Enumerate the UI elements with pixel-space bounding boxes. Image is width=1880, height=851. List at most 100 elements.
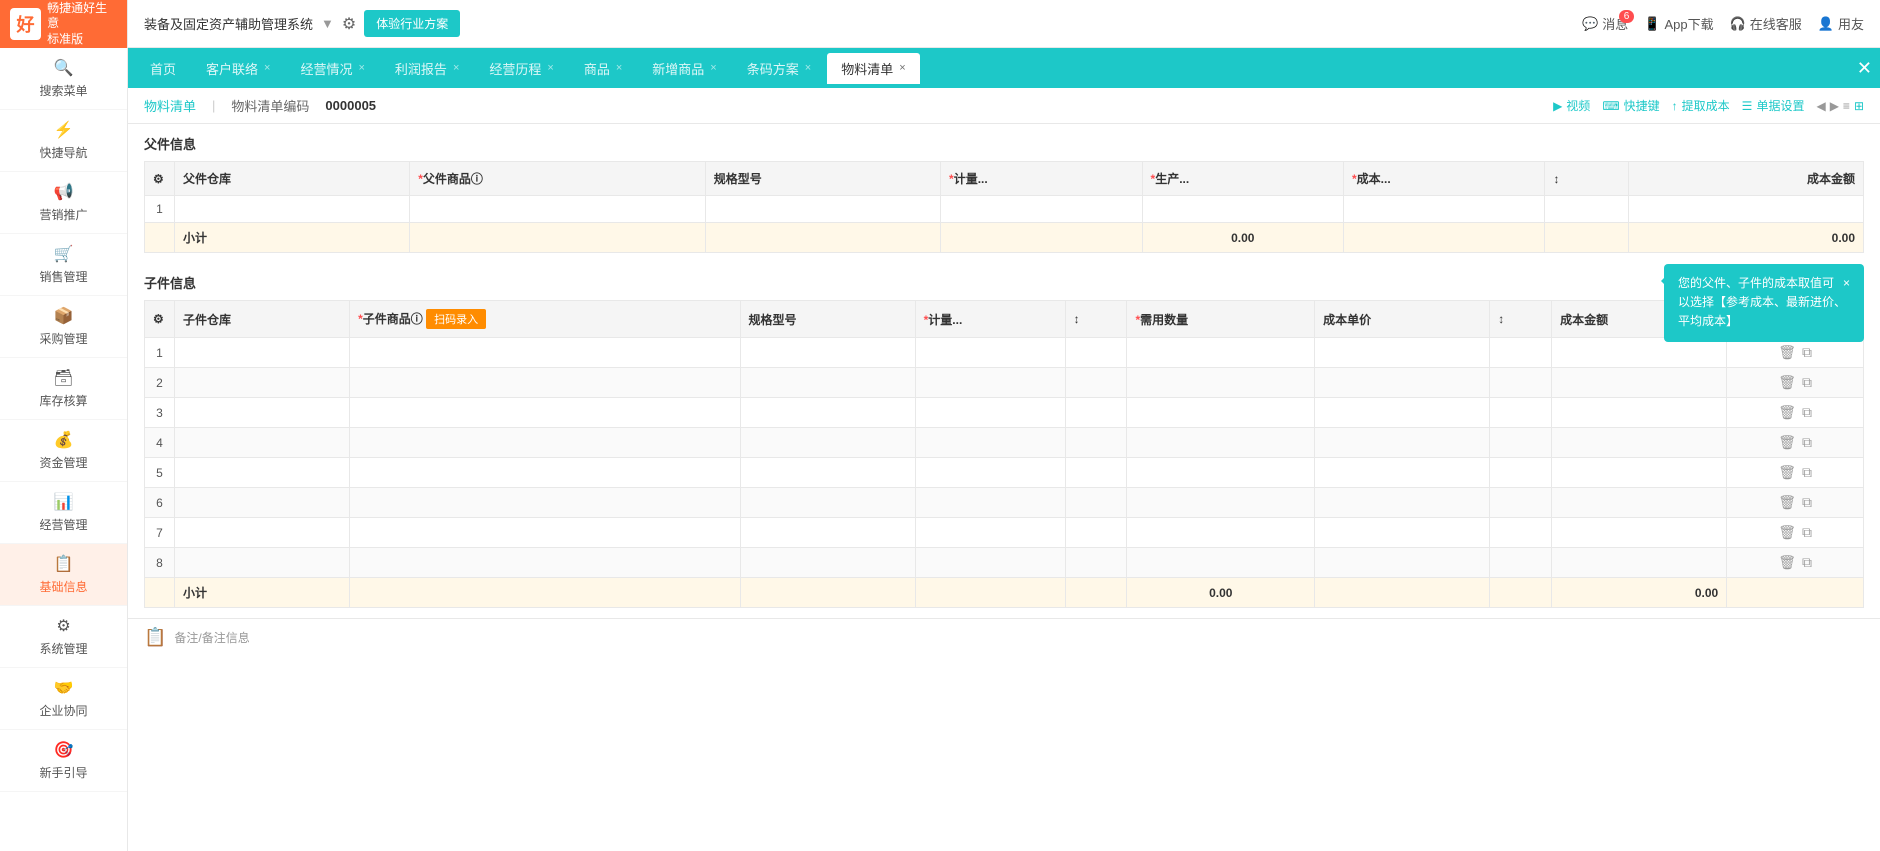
child-cell-spec[interactable] <box>740 518 915 548</box>
child-cell-unit-price[interactable] <box>1315 488 1490 518</box>
copy-icon[interactable]: ⧉ <box>1802 344 1812 361</box>
single-settings-action[interactable]: ☰ 单据设置 <box>1742 97 1805 114</box>
child-cell-amount[interactable] <box>1552 338 1727 368</box>
sidebar-item-system[interactable]: ⚙系统管理 <box>0 606 127 668</box>
sidebar-item-search[interactable]: 🔍搜索菜单 <box>0 48 127 110</box>
child-cell-unit[interactable] <box>915 488 1065 518</box>
delete-icon[interactable]: 🗑 <box>1778 404 1796 421</box>
parent-cell-product[interactable] <box>410 196 706 223</box>
child-cell-sort[interactable] <box>1065 548 1127 578</box>
shortcut-action[interactable]: ⌨ 快捷键 <box>1602 97 1659 114</box>
child-cell-sort2[interactable] <box>1490 428 1552 458</box>
child-cell-sort[interactable] <box>1065 488 1127 518</box>
delete-icon[interactable]: 🗑 <box>1778 554 1796 571</box>
sidebar-item-enterprise[interactable]: 🤝企业协同 <box>0 668 127 730</box>
tab-利润报告[interactable]: 利润报告 × <box>381 53 473 84</box>
child-cell-sort2[interactable] <box>1490 368 1552 398</box>
tab-close-icon[interactable]: × <box>358 62 364 74</box>
delete-icon[interactable]: 🗑 <box>1778 524 1796 541</box>
experience-button[interactable]: 体验行业方案 <box>364 10 460 37</box>
tooltip-close-btn[interactable]: × <box>1843 274 1850 293</box>
app-download-action[interactable]: 📱 App下载 <box>1644 14 1713 33</box>
child-cell-warehouse[interactable] <box>175 458 350 488</box>
child-cell-unit-price[interactable] <box>1315 548 1490 578</box>
tab-close-icon[interactable]: × <box>710 62 716 74</box>
copy-icon[interactable]: ⧉ <box>1802 434 1812 451</box>
parent-cell-spec[interactable] <box>705 196 940 223</box>
child-cell-unit-price[interactable] <box>1315 428 1490 458</box>
delete-icon[interactable]: 🗑 <box>1778 494 1796 511</box>
child-cell-unit[interactable] <box>915 518 1065 548</box>
tab-close-icon[interactable]: × <box>547 62 553 74</box>
child-cell-product[interactable] <box>350 368 740 398</box>
view-action[interactable]: ▶ 视频 <box>1553 97 1590 114</box>
copy-icon[interactable]: ⧉ <box>1802 374 1812 391</box>
child-cell-sort[interactable] <box>1065 428 1127 458</box>
child-cell-spec[interactable] <box>740 428 915 458</box>
tab-商品[interactable]: 商品 × <box>570 53 636 84</box>
child-cell-product[interactable] <box>350 398 740 428</box>
child-cell-sort2[interactable] <box>1490 398 1552 428</box>
child-cell-unit[interactable] <box>915 548 1065 578</box>
child-cell-qty[interactable] <box>1127 398 1315 428</box>
child-cell-amount[interactable] <box>1552 518 1727 548</box>
child-cell-amount[interactable] <box>1552 428 1727 458</box>
tab-物料清单[interactable]: 物料清单 × <box>827 53 919 84</box>
child-cell-sort2[interactable] <box>1490 548 1552 578</box>
child-cell-sort[interactable] <box>1065 458 1127 488</box>
child-cell-sort2[interactable] <box>1490 338 1552 368</box>
parent-cell-cost[interactable] <box>1344 196 1545 223</box>
child-cell-spec[interactable] <box>740 398 915 428</box>
delete-icon[interactable]: 🗑 <box>1778 434 1796 451</box>
tab-客户联络[interactable]: 客户联络 × <box>192 53 284 84</box>
child-cell-warehouse[interactable] <box>175 338 350 368</box>
child-cell-warehouse[interactable] <box>175 548 350 578</box>
child-cell-amount[interactable] <box>1552 548 1727 578</box>
breadcrumb-link[interactable]: 物料清单 <box>144 96 196 115</box>
child-cell-amount[interactable] <box>1552 458 1727 488</box>
child-cell-warehouse[interactable] <box>175 428 350 458</box>
child-cell-spec[interactable] <box>740 488 915 518</box>
user-action[interactable]: 👤 用友 <box>1818 14 1864 33</box>
child-cell-qty[interactable] <box>1127 488 1315 518</box>
child-cell-unit-price[interactable] <box>1315 458 1490 488</box>
child-cell-unit[interactable] <box>915 428 1065 458</box>
sidebar-item-guide[interactable]: 🎯新手引导 <box>0 730 127 792</box>
child-cell-product[interactable] <box>350 428 740 458</box>
tab-经营情况[interactable]: 经营情况 × <box>286 53 378 84</box>
copy-icon[interactable]: ⧉ <box>1802 554 1812 571</box>
global-close-icon[interactable]: ✕ <box>1857 58 1872 79</box>
child-cell-product[interactable] <box>350 458 740 488</box>
messages-action[interactable]: 💬 6 消息 <box>1582 14 1628 33</box>
parent-cell-cost-amount[interactable] <box>1628 196 1863 223</box>
child-cell-qty[interactable] <box>1127 428 1315 458</box>
child-cell-qty[interactable] <box>1127 458 1315 488</box>
sidebar-item-inventory[interactable]: 🗃库存核算 <box>0 358 127 420</box>
child-cell-amount[interactable] <box>1552 488 1727 518</box>
child-cell-product[interactable] <box>350 518 740 548</box>
prev-icon[interactable]: ◀ <box>1816 99 1825 113</box>
child-cell-unit[interactable] <box>915 458 1065 488</box>
copy-icon[interactable]: ⧉ <box>1802 404 1812 421</box>
tab-close-icon[interactable]: × <box>805 62 811 74</box>
sidebar-item-finance[interactable]: 💰资金管理 <box>0 420 127 482</box>
next-icon[interactable]: ▶ <box>1830 99 1839 113</box>
child-cell-warehouse[interactable] <box>175 398 350 428</box>
parent-cell-production[interactable] <box>1142 196 1343 223</box>
extract-cost-action[interactable]: ↑ 提取成本 <box>1672 97 1730 114</box>
sidebar-item-quick-nav[interactable]: ⚡快捷导航 <box>0 110 127 172</box>
delete-icon[interactable]: 🗑 <box>1778 464 1796 481</box>
parent-cell-warehouse[interactable] <box>175 196 410 223</box>
copy-icon[interactable]: ⧉ <box>1802 494 1812 511</box>
tab-close-icon[interactable]: × <box>899 62 905 74</box>
child-cell-qty[interactable] <box>1127 548 1315 578</box>
expand-icon[interactable]: ⊞ <box>1854 99 1864 113</box>
child-cell-sort[interactable] <box>1065 338 1127 368</box>
online-service-action[interactable]: 🎧 在线客服 <box>1730 14 1802 33</box>
child-cell-spec[interactable] <box>740 458 915 488</box>
child-cell-unit[interactable] <box>915 368 1065 398</box>
copy-icon[interactable]: ⧉ <box>1802 464 1812 481</box>
delete-icon[interactable]: 🗑 <box>1778 374 1796 391</box>
child-cell-unit-price[interactable] <box>1315 368 1490 398</box>
child-cell-product[interactable] <box>350 548 740 578</box>
